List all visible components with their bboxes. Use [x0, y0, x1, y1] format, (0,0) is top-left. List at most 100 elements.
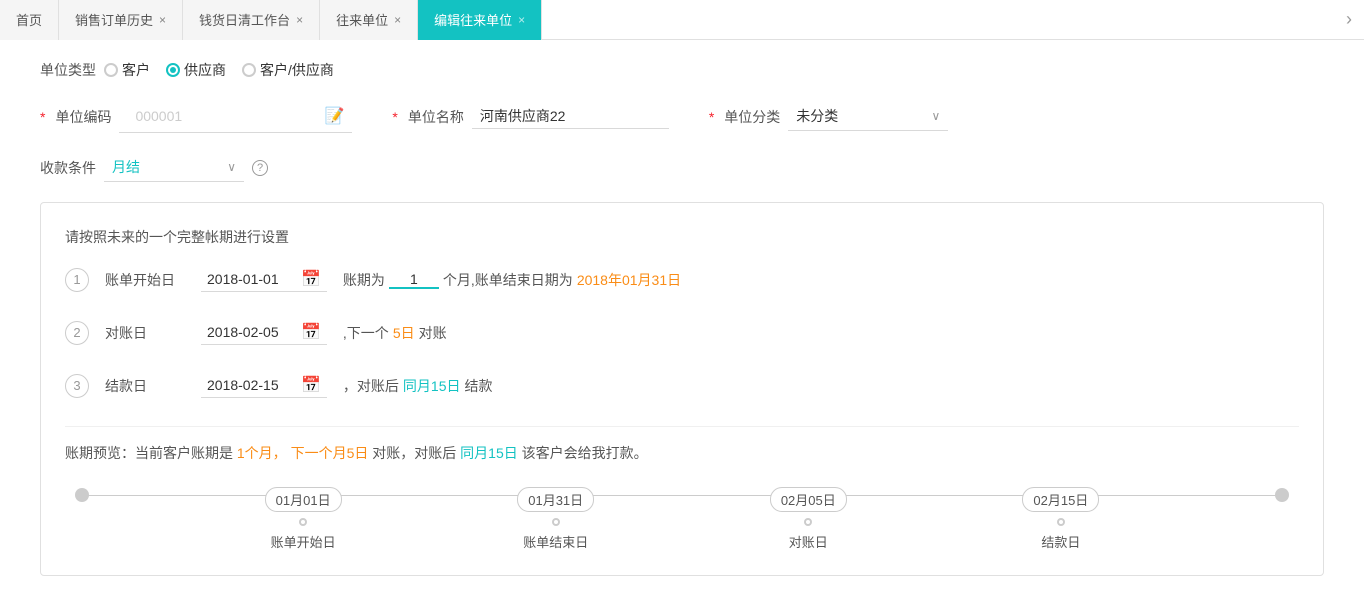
- step-2-label: 对账日: [105, 323, 185, 343]
- timeline-date-3: 02月05日: [770, 487, 847, 512]
- tab-edit-label: 编辑往来单位: [434, 10, 512, 29]
- step-3-date-input[interactable]: [207, 377, 297, 393]
- step-2-desc: ,下一个: [343, 323, 389, 343]
- expand-icon: ›: [1346, 9, 1352, 30]
- payment-terms-help-icon[interactable]: ?: [252, 160, 268, 176]
- unit-category-select[interactable]: 未分类 ∨: [788, 102, 948, 131]
- payment-terms-value: 月结: [112, 157, 223, 177]
- unit-name-label: 单位名称: [408, 107, 464, 127]
- timeline-point-3: 02月05日 对账日: [770, 487, 847, 551]
- timeline-container: 01月01日 账单开始日 01月31日 账单结束日 02月05日: [75, 487, 1289, 551]
- step-2-date-input[interactable]: [207, 324, 297, 340]
- radio-cs-label: 客户/供应商: [260, 60, 334, 80]
- radio-customer-supplier[interactable]: 客户/供应商: [242, 60, 334, 80]
- unit-category-required: *: [709, 109, 714, 125]
- unit-code-required: *: [40, 109, 45, 125]
- preview-highlight-2: 下一个月5日: [291, 445, 369, 461]
- unit-info-row: * 单位编码 📝 * 单位名称 * 单位分类 未分类 ∨: [40, 100, 1324, 133]
- timeline-left-end: [75, 487, 89, 502]
- tab-edit-close-icon[interactable]: ×: [518, 14, 525, 26]
- unit-category-label: 单位分类: [724, 107, 780, 127]
- step-3-desc2: 结款: [465, 376, 493, 396]
- unit-type-row: 单位类型 客户 供应商 客户/供应商: [40, 60, 1324, 80]
- step-3-number: 3: [65, 374, 89, 398]
- preview-section: 账期预览：当前客户账期是 1个月， 下一个月5日 对账，对账后 同月15日 该客…: [65, 426, 1299, 551]
- unit-code-field: * 单位编码 📝: [40, 100, 352, 133]
- timeline-point-2: 01月31日 账单结束日: [517, 487, 594, 551]
- radio-customer[interactable]: 客户: [104, 60, 150, 80]
- unit-name-input[interactable]: [472, 104, 669, 129]
- step-2-row: 2 对账日 📅 ,下一个 5日 对账: [65, 320, 1299, 345]
- step-2-highlight: 5日: [393, 323, 415, 343]
- step-2-desc2: 对账: [419, 323, 447, 343]
- tab-partner-units[interactable]: 往来单位 ×: [320, 0, 418, 40]
- timeline-point-1: 01月01日 账单开始日: [265, 487, 342, 551]
- unit-type-field: 单位类型 客户 供应商 客户/供应商: [40, 60, 334, 80]
- step-2-date-wrapper: 📅: [201, 320, 327, 345]
- step-1-label: 账单开始日: [105, 270, 185, 290]
- tab-cash-label: 钱货日清工作台: [199, 10, 290, 29]
- step-1-highlight: 2018年01月31日: [577, 270, 681, 290]
- timeline-point-4: 02月15日 结款日: [1022, 487, 1099, 551]
- timeline-label-2: 账单结束日: [523, 532, 588, 551]
- step-1-desc: 账期为 个月,账单结束日期为 2018年01月31日: [343, 270, 681, 290]
- tab-cash-close-icon[interactable]: ×: [296, 14, 303, 26]
- radio-supplier[interactable]: 供应商: [166, 60, 226, 80]
- timeline-dot-2: [552, 518, 560, 526]
- tab-cash-work[interactable]: 钱货日清工作台 ×: [183, 0, 320, 40]
- unit-code-label: 单位编码: [55, 107, 111, 127]
- step-1-number: 1: [65, 268, 89, 292]
- step-2-desc: ,下一个 5日 对账: [343, 323, 447, 343]
- timeline-right-dot: [1275, 488, 1289, 502]
- timeline-label-3: 对账日: [789, 532, 828, 551]
- panel-header: 请按照未来的一个完整帐期进行设置: [65, 227, 1299, 247]
- radio-customer-label: 客户: [122, 60, 150, 80]
- step-1-desc-after: 个月,账单结束日期为: [443, 270, 573, 290]
- step-3-label: 结款日: [105, 376, 185, 396]
- tab-edit-partner[interactable]: 编辑往来单位 ×: [418, 0, 542, 40]
- step-2-calendar-icon[interactable]: 📅: [301, 322, 321, 342]
- step-3-calendar-icon[interactable]: 📅: [301, 375, 321, 395]
- tab-expand-button[interactable]: ›: [1334, 9, 1364, 30]
- step-1-date-wrapper: 📅: [201, 267, 327, 292]
- payment-terms-label: 收款条件: [40, 158, 96, 178]
- step-1-date-input[interactable]: [207, 271, 297, 287]
- timeline-dot-3: [804, 518, 812, 526]
- step-1-row: 1 账单开始日 📅 账期为 个月,账单结束日期为 2018年01月31日: [65, 267, 1299, 292]
- step-1-calendar-icon[interactable]: 📅: [301, 269, 321, 289]
- step-1-period-input[interactable]: [389, 271, 439, 289]
- step-1-desc-before: 账期为: [343, 270, 385, 290]
- preview-mid: 对账，对账后: [372, 445, 456, 461]
- timeline-date-4: 02月15日: [1022, 487, 1099, 512]
- main-content: 单位类型 客户 供应商 客户/供应商 * 单位编码: [0, 40, 1364, 608]
- tab-home[interactable]: 首页: [0, 0, 59, 40]
- payment-terms-row: 收款条件 月结 ∨ ?: [40, 153, 1324, 182]
- tab-sales-close-icon[interactable]: ×: [159, 14, 166, 26]
- settings-panel: 请按照未来的一个完整帐期进行设置 1 账单开始日 📅 账期为 个月,账单结束日期…: [40, 202, 1324, 576]
- preview-highlight-3: 同月15日: [460, 445, 518, 461]
- preview-highlight-1: 1个月，: [237, 445, 287, 461]
- tab-sales-order-history[interactable]: 销售订单历史 ×: [59, 0, 183, 40]
- unit-type-radio-group: 客户 供应商 客户/供应商: [104, 60, 334, 80]
- tab-partner-label: 往来单位: [336, 10, 388, 29]
- radio-supplier-label: 供应商: [184, 60, 226, 80]
- step-2-number: 2: [65, 321, 89, 345]
- radio-supplier-circle: [166, 63, 180, 77]
- step-3-highlight: 同月15日: [403, 376, 461, 396]
- payment-terms-dropdown-icon: ∨: [227, 160, 236, 174]
- timeline-label-4: 结款日: [1041, 532, 1080, 551]
- tab-bar: 首页 销售订单历史 × 钱货日清工作台 × 往来单位 × 编辑往来单位 × ›: [0, 0, 1364, 40]
- tab-home-label: 首页: [16, 10, 42, 29]
- timeline-label-1: 账单开始日: [271, 532, 336, 551]
- payment-terms-select[interactable]: 月结 ∨: [104, 153, 244, 182]
- preview-end: 该客户会给我打款。: [522, 445, 648, 461]
- tab-partner-close-icon[interactable]: ×: [394, 14, 401, 26]
- timeline-dot-4: [1057, 518, 1065, 526]
- timeline-date-1: 01月01日: [265, 487, 342, 512]
- unit-code-input[interactable]: [127, 104, 324, 128]
- radio-customer-circle: [104, 63, 118, 77]
- step-3-desc: ，对账后 同月15日 结款: [343, 376, 493, 396]
- step-3-row: 3 结款日 📅 ，对账后 同月15日 结款: [65, 373, 1299, 398]
- unit-code-picker-icon[interactable]: 📝: [324, 106, 344, 126]
- unit-category-field: * 单位分类 未分类 ∨: [709, 102, 948, 131]
